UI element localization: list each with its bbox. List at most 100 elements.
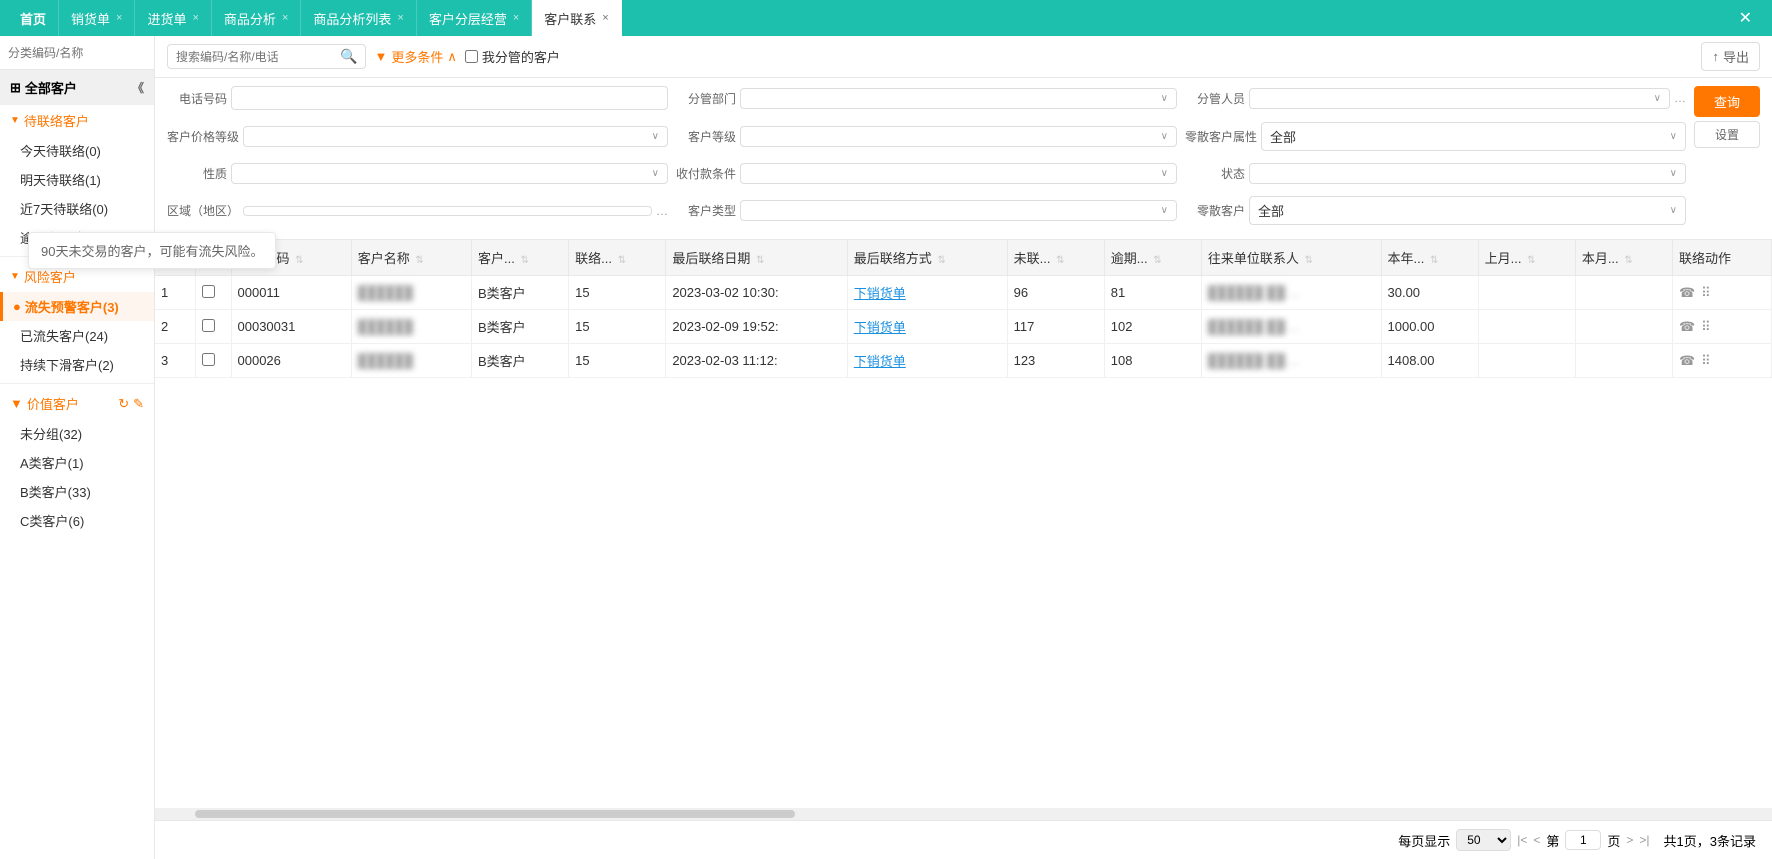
cell-last-method: 下销货单 [847,344,1007,378]
filter-retail-attr: 零散客户属性 全部 ∨ [1185,122,1686,151]
this-year-sort-icon: ⇅ [1430,255,1438,266]
row-checkbox-0[interactable] [202,285,215,298]
tab-customer-contact-close[interactable]: × [602,12,608,24]
cell-checkbox [195,344,231,378]
dept-select[interactable]: ∨ [740,88,1177,109]
action-more-icon[interactable]: ⠿ [1701,353,1711,369]
tab-customer-contact[interactable]: 客户联系 × [532,0,621,36]
cell-last-date: 2023-02-03 11:12: [666,344,847,378]
sidebar-item-churn-warning[interactable]: ● 流失预警客户(3) [0,292,154,321]
filter-icon: ▼ [374,49,387,64]
action-more-icon[interactable]: ⠿ [1701,319,1711,335]
search-button[interactable]: 🔍 [340,48,357,65]
tab-goods-list-close[interactable]: × [397,12,403,24]
query-button[interactable]: 查询 [1694,86,1760,117]
cell-type: B类客户 [472,276,569,310]
sidebar-item-class-a[interactable]: A类客户(1) [0,448,154,477]
payment-select[interactable]: ∨ [740,163,1177,184]
sidebar-all-customers[interactable]: ⊞ 全部客户 《 [0,70,154,105]
sidebar-group-value-title[interactable]: ▼ 价值客户 ↻ ✎ [0,388,154,419]
tab-home[interactable]: 首页 [8,0,59,36]
action-chat-icon[interactable]: ☎ [1679,319,1695,335]
sidebar-item-unclassified[interactable]: 未分组(32) [0,419,154,448]
row-checkbox-2[interactable] [202,353,215,366]
price-grade-select[interactable]: ∨ [243,126,668,147]
more-filters-button[interactable]: ▼ 更多条件 ∧ [374,47,456,66]
sidebar-item-class-c[interactable]: C类客户(6) [0,506,154,535]
sidebar-search-input[interactable] [8,46,155,60]
cell-overdue: 108 [1104,344,1201,378]
horizontal-scrollbar[interactable] [155,808,1772,820]
sidebar: 🔍 ⊞ 全部客户 《 ▼ 待联络客户 今天待联络(0) 明天待联络(1) 近7天… [0,36,155,859]
window-close-button[interactable]: ✕ [1727,8,1764,28]
sidebar-item-churned[interactable]: 已流失客户(24) [0,321,154,350]
tab-goods-analysis[interactable]: 商品分析 × [212,0,301,36]
sidebar-group-pending-title[interactable]: ▼ 待联络客户 [0,105,154,136]
sidebar-item-tomorrow[interactable]: 明天待联络(1) [0,165,154,194]
export-button[interactable]: ↑ 导出 [1701,42,1760,71]
retail-select[interactable]: 全部 ∨ [1249,196,1686,225]
cell-this-month [1575,344,1672,378]
retail-attr-arrow: ∨ [1670,131,1677,142]
tab-goods-list[interactable]: 商品分析列表 × [301,0,416,36]
last-method-link[interactable]: 下销货单 [854,354,906,369]
table-row: 3 000026 ██████ B类客户 15 2023-02-03 11:12… [155,344,1772,378]
region-more-icon[interactable]: … [656,204,668,218]
customer-grade-arrow: ∨ [1161,131,1168,142]
nature-select[interactable]: ∨ [231,163,668,184]
edit-icon[interactable]: ✎ [133,396,144,412]
main-layout: 🔍 ⊞ 全部客户 《 ▼ 待联络客户 今天待联络(0) 明天待联络(1) 近7天… [0,36,1772,859]
last-method-link[interactable]: 下销货单 [854,286,906,301]
tab-sales-close[interactable]: × [116,12,122,24]
customer-grade-select[interactable]: ∨ [740,126,1177,147]
overdue-sort-icon: ⇅ [1153,255,1161,266]
person-more-icon[interactable]: … [1674,91,1686,105]
sidebar-item-today[interactable]: 今天待联络(0) [0,136,154,165]
last-method-link[interactable]: 下销货单 [854,320,906,335]
action-chat-icon[interactable]: ☎ [1679,285,1695,301]
phone-input[interactable] [231,86,668,110]
settings-button[interactable]: 设置 [1694,121,1760,148]
cell-this-year: 1408.00 [1381,344,1478,378]
last-page-button[interactable]: >| [1639,833,1649,847]
th-name: 客户名称 ⇅ [351,240,471,276]
grid-icon: ⊞ [10,80,21,96]
search-box: 🔍 [167,44,366,69]
cell-action: ☎ ⠿ [1672,276,1771,310]
page-number-input[interactable] [1565,830,1601,850]
tab-purchase[interactable]: 进货单 × [135,0,211,36]
first-page-button[interactable]: |< [1517,833,1527,847]
cell-name: ██████ [351,310,471,344]
customer-type-select[interactable]: ∨ [740,200,1177,221]
my-customers-checkbox[interactable] [465,50,478,63]
status-select[interactable]: ∨ [1249,163,1686,184]
tab-sales[interactable]: 销货单 × [59,0,135,36]
cell-last-date: 2023-03-02 10:30: [666,276,847,310]
page-size-select[interactable]: 50 100 200 [1456,829,1511,851]
retail-attr-select[interactable]: 全部 ∨ [1261,122,1686,151]
refresh-icon[interactable]: ↻ [118,396,129,412]
person-select-arrow: ∨ [1654,93,1661,104]
sidebar-item-declining[interactable]: 持续下滑客户(2) [0,350,154,379]
sidebar-collapse-icon[interactable]: 《 [132,79,144,96]
cell-type: B类客户 [472,310,569,344]
row-checkbox-1[interactable] [202,319,215,332]
sidebar-item-class-b[interactable]: B类客户(33) [0,477,154,506]
scroll-thumb[interactable] [195,810,795,818]
region-select[interactable] [243,206,652,216]
th-last-month: 上月... ⇅ [1478,240,1575,276]
search-input[interactable] [176,50,336,64]
tab-goods-analysis-close[interactable]: × [282,12,288,24]
sidebar-item-7days[interactable]: 近7天待联络(0) [0,194,154,223]
table-row: 2 00030031 ██████ B类客户 15 2023-02-09 19:… [155,310,1772,344]
action-more-icon[interactable]: ⠿ [1701,285,1711,301]
person-select[interactable]: ∨ [1249,88,1670,109]
tab-customer-layer-close[interactable]: × [513,12,519,24]
tab-customer-layer[interactable]: 客户分层经营 × [417,0,532,36]
cell-action: ☎ ⠿ [1672,310,1771,344]
tab-purchase-close[interactable]: × [192,12,198,24]
export-icon: ↑ [1712,49,1719,64]
action-chat-icon[interactable]: ☎ [1679,353,1695,369]
next-page-button[interactable]: > [1626,833,1633,847]
prev-page-button[interactable]: < [1533,833,1540,847]
